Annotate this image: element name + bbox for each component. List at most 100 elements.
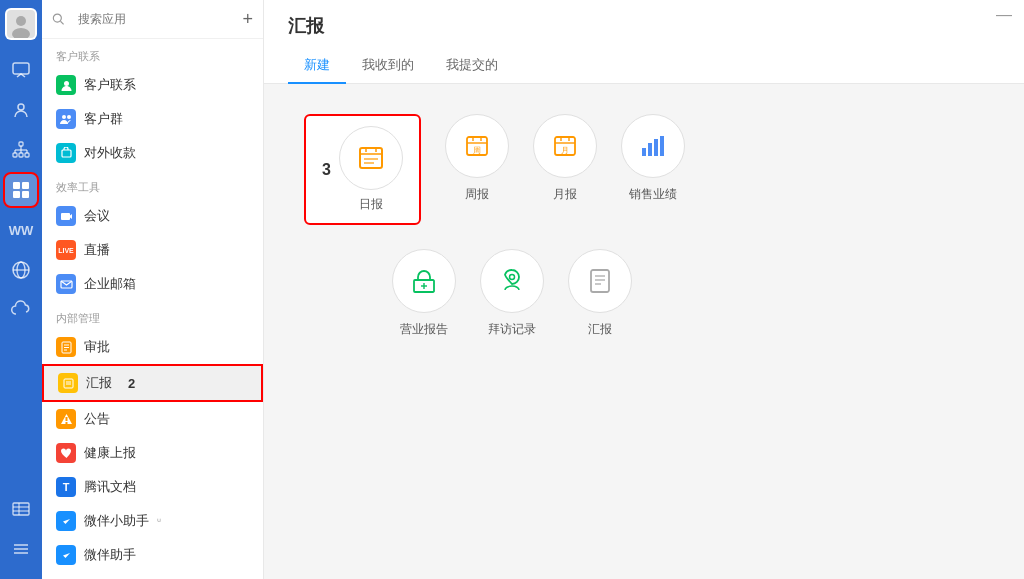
business-label: 营业报告 bbox=[400, 321, 448, 338]
visit-report-item[interactable]: 拜访记录 bbox=[480, 249, 544, 338]
huibao-icon bbox=[58, 373, 78, 393]
search-bar: + bbox=[42, 0, 263, 39]
gonggao-label: 公告 bbox=[84, 410, 110, 428]
visit-label: 拜访记录 bbox=[488, 321, 536, 338]
gonggao-icon bbox=[56, 409, 76, 429]
svg-point-32 bbox=[67, 115, 71, 119]
svg-point-69 bbox=[510, 275, 515, 280]
minimize-button[interactable]: — bbox=[996, 6, 1012, 24]
sidebar-item-zhibo[interactable]: LIVE 直播 bbox=[42, 233, 263, 267]
svg-rect-65 bbox=[660, 136, 664, 156]
monthly-circle: 月 bbox=[533, 114, 597, 178]
sidebar-item-org[interactable] bbox=[3, 132, 39, 168]
visit-circle bbox=[480, 249, 544, 313]
report-row-1: 3 日报 bbox=[304, 114, 984, 225]
miban1-label: 微伴小助手 bbox=[84, 512, 149, 530]
weekly-circle: 周 bbox=[445, 114, 509, 178]
tengxun-label: 腾讯文档 bbox=[84, 478, 136, 496]
monthly-report-item[interactable]: 月 月报 bbox=[533, 114, 597, 203]
avatar[interactable] bbox=[5, 8, 37, 40]
svg-rect-3 bbox=[13, 63, 29, 74]
section-title-tools: 效率工具 bbox=[42, 170, 263, 199]
daily-report-item[interactable]: 3 日报 bbox=[304, 114, 421, 225]
jiankang-label: 健康上报 bbox=[84, 444, 136, 462]
sidebar-item-gonggao[interactable]: 公告 bbox=[42, 402, 263, 436]
shenpi-label: 审批 bbox=[84, 338, 110, 356]
section-title-internal: 内部管理 bbox=[42, 301, 263, 330]
sidebar: + 客户联系 客户联系 客户群 对外收款 bbox=[42, 0, 264, 579]
kehuqun-icon bbox=[56, 109, 76, 129]
report-row-2: 营业报告 拜访记录 bbox=[304, 249, 984, 338]
add-app-button[interactable]: + bbox=[242, 9, 253, 30]
main-body: 3 日报 bbox=[264, 84, 1024, 579]
huibao-report-label: 汇报 bbox=[588, 321, 612, 338]
business-report-item[interactable]: 营业报告 bbox=[392, 249, 456, 338]
sidebar-item-duiwai[interactable]: 对外收款 bbox=[42, 136, 263, 170]
svg-rect-14 bbox=[13, 182, 20, 189]
section-title-customer: 客户联系 bbox=[42, 39, 263, 68]
youxiang-label: 企业邮箱 bbox=[84, 275, 136, 293]
svg-rect-70 bbox=[591, 270, 609, 292]
sidebar-item-globe[interactable] bbox=[3, 252, 39, 288]
sidebar-item-kehuqun[interactable]: 客户群 bbox=[42, 102, 263, 136]
sidebar-item-apps[interactable] bbox=[3, 172, 39, 208]
tengxun-icon: T bbox=[56, 477, 76, 497]
sidebar-item-miban1[interactable]: 微伴小助手 ᵘ bbox=[42, 504, 263, 538]
table-icon[interactable] bbox=[3, 491, 39, 527]
zhibo-icon: LIVE bbox=[56, 240, 76, 260]
business-circle bbox=[392, 249, 456, 313]
sidebar-item-huiyi[interactable]: 会议 bbox=[42, 199, 263, 233]
svg-rect-63 bbox=[648, 143, 652, 156]
sidebar-item-miban2[interactable]: 微伴助手 bbox=[42, 538, 263, 572]
sales-circle bbox=[621, 114, 685, 178]
svg-rect-8 bbox=[25, 153, 29, 157]
svg-point-31 bbox=[62, 115, 66, 119]
weekly-report-item[interactable]: 周 周报 bbox=[445, 114, 509, 203]
monthly-label: 月报 bbox=[553, 186, 577, 203]
main-header: 汇报 新建 我收到的 我提交的 bbox=[264, 0, 1024, 84]
miban2-label: 微伴助手 bbox=[84, 546, 136, 564]
svg-rect-34 bbox=[61, 213, 70, 220]
sidebar-item-kehu[interactable]: 客户联系 bbox=[42, 68, 263, 102]
sidebar-item-youxiang[interactable]: 企业邮箱 bbox=[42, 267, 263, 301]
svg-point-30 bbox=[64, 81, 69, 86]
huiyi-icon bbox=[56, 206, 76, 226]
kehu-icon bbox=[56, 75, 76, 95]
svg-rect-44 bbox=[65, 417, 67, 421]
sidebar-item-cloud[interactable] bbox=[3, 292, 39, 328]
search-input[interactable] bbox=[70, 8, 236, 30]
sales-report-item[interactable]: 销售业绩 bbox=[621, 114, 685, 203]
shenpi-icon bbox=[56, 337, 76, 357]
daily-label: 日报 bbox=[359, 196, 383, 213]
main-content: 汇报 新建 我收到的 我提交的 3 bbox=[264, 0, 1024, 579]
miban1-suffix: ᵘ bbox=[157, 516, 161, 527]
menu-icon[interactable] bbox=[3, 531, 39, 567]
tab-received[interactable]: 我收到的 bbox=[346, 50, 430, 84]
sales-label: 销售业绩 bbox=[629, 186, 677, 203]
miban1-icon bbox=[56, 511, 76, 531]
huiyi-label: 会议 bbox=[84, 207, 110, 225]
miban2-icon bbox=[56, 545, 76, 565]
tab-new[interactable]: 新建 bbox=[288, 50, 346, 84]
sidebar-item-contacts[interactable] bbox=[3, 92, 39, 128]
svg-rect-62 bbox=[642, 148, 646, 156]
svg-line-29 bbox=[60, 21, 63, 24]
kehuqun-label: 客户群 bbox=[84, 110, 123, 128]
sidebar-item-ww[interactable]: WW bbox=[3, 212, 39, 248]
huibao-report-item[interactable]: 汇报 bbox=[568, 249, 632, 338]
sidebar-item-chat[interactable] bbox=[3, 52, 39, 88]
svg-rect-7 bbox=[19, 153, 23, 157]
svg-rect-64 bbox=[654, 139, 658, 156]
sidebar-item-jiankang[interactable]: 健康上报 bbox=[42, 436, 263, 470]
tab-bar: 新建 我收到的 我提交的 bbox=[288, 50, 1000, 83]
zhibo-label: 直播 bbox=[84, 241, 110, 259]
sidebar-item-shenpi[interactable]: 审批 bbox=[42, 330, 263, 364]
svg-rect-45 bbox=[65, 422, 67, 424]
tab-submitted[interactable]: 我提交的 bbox=[430, 50, 514, 84]
huibao-badge: 2 bbox=[128, 376, 135, 391]
sidebar-item-tengxun[interactable]: T 腾讯文档 bbox=[42, 470, 263, 504]
sidebar-item-huibao[interactable]: 汇报 2 bbox=[42, 364, 263, 402]
daily-badge: 3 bbox=[322, 161, 331, 179]
jiankang-icon bbox=[56, 443, 76, 463]
svg-rect-17 bbox=[22, 191, 29, 198]
